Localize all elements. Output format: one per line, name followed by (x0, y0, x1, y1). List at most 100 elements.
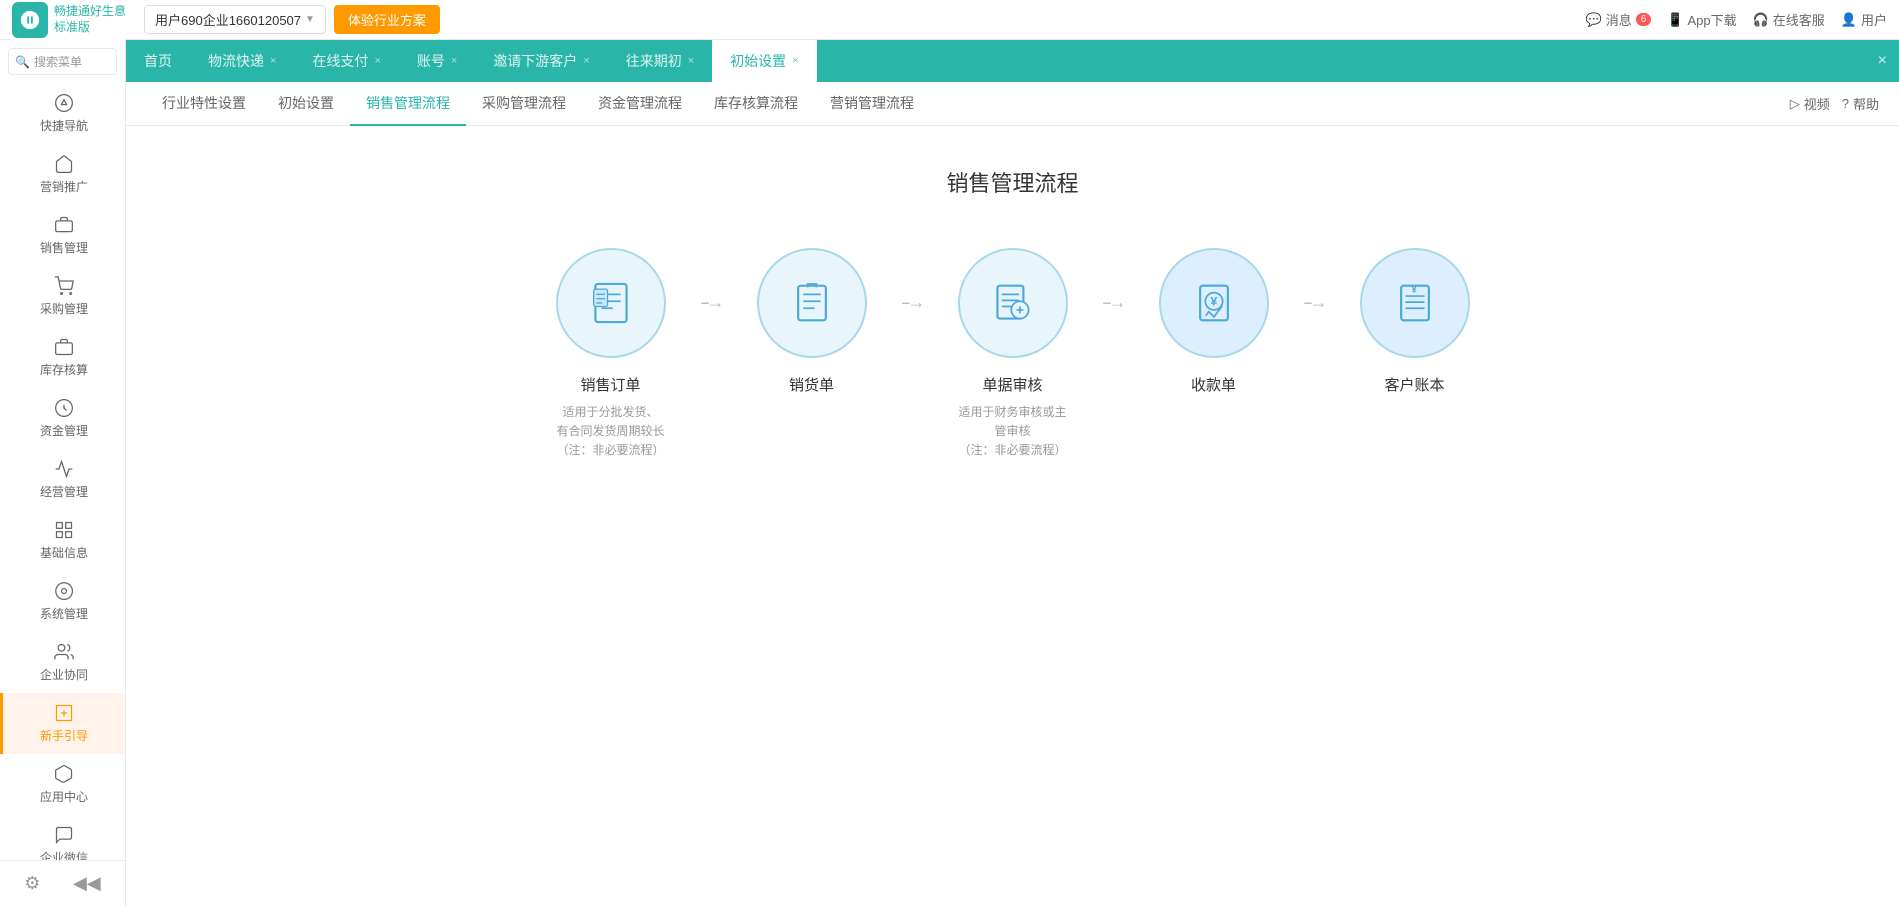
subtab-marketing-flow[interactable]: 营销管理流程 (814, 82, 930, 126)
collapse-sidebar-btn[interactable]: ◀◀ (69, 869, 105, 898)
subtab-industry[interactable]: 行业特性设置 (146, 82, 262, 126)
close-icon[interactable]: × (270, 55, 276, 67)
close-icon[interactable]: × (451, 55, 457, 67)
sidebar-item-label: 采购管理 (40, 300, 88, 317)
sidebar-item-system[interactable]: 系统管理 (0, 571, 125, 632)
logo-subtitle: 标准版 (54, 20, 126, 36)
arrow-icon: --→ (701, 292, 722, 313)
flow-label-ledger: 客户账本 (1384, 374, 1444, 395)
settings-bottom-btn[interactable]: ⚙ (20, 869, 44, 898)
sidebar-item-marketing[interactable]: 营销推广 (0, 144, 125, 205)
subtab-label: 营销管理流程 (830, 93, 914, 113)
message-btn[interactable]: 💬 消息 6 (1586, 10, 1652, 29)
app-download-label: App下载 (1687, 10, 1736, 29)
tab-label: 邀请下游客户 (493, 51, 577, 71)
flow-label-receipt: 收款单 (1191, 374, 1236, 395)
online-service-btn[interactable]: 🎧 在线客服 (1753, 10, 1825, 29)
sidebar-item-corp[interactable]: 企业协同 (0, 632, 125, 693)
flow-label-sales-bill: 销货单 (789, 374, 834, 395)
tab-home[interactable]: 首页 (126, 40, 190, 82)
sidebar-item-label: 基础信息 (40, 544, 88, 561)
sidebar-item-guide[interactable]: 快捷导航 (0, 83, 125, 144)
sub-tabs: 行业特性设置 初始设置 销售管理流程 采购管理流程 资金管理流程 库存核算流程 … (126, 82, 1899, 126)
sidebar-item-appstore[interactable]: 应用中心 (0, 754, 125, 815)
sidebar-item-label: 销售管理 (40, 239, 88, 256)
subtab-label: 行业特性设置 (162, 93, 246, 113)
tab-logistics[interactable]: 物流快递 × (190, 40, 294, 82)
tab-label: 账号 (417, 51, 445, 71)
user-selector[interactable]: 用户690企业1660120507 ▼ (144, 5, 326, 34)
subtab-sales-flow[interactable]: 销售管理流程 (350, 82, 466, 126)
message-icon: 💬 (1586, 12, 1602, 28)
sidebar-item-purchase[interactable]: 采购管理 (0, 266, 125, 327)
subtab-inventory-flow[interactable]: 库存核算流程 (698, 82, 814, 126)
tab-label: 首页 (144, 51, 172, 71)
tab-label: 初始设置 (730, 51, 786, 71)
sidebar-bottom: ⚙ ◀◀ (0, 860, 125, 906)
flow-step-receipt: ¥ 收款单 (1124, 248, 1304, 403)
subtab-initial[interactable]: 初始设置 (262, 82, 350, 126)
app-download-btn[interactable]: 📱 App下载 (1667, 10, 1736, 29)
flow-step-audit: 单据审核 适用于财务审核或主管审核（注：非必要流程） (923, 248, 1103, 461)
subtab-label: 资金管理流程 (598, 93, 682, 113)
headset-icon: 🎧 (1753, 12, 1769, 28)
video-help-btn[interactable]: ▷ 视频 (1790, 94, 1830, 113)
flow-circle-ledger: ¥ (1360, 248, 1470, 358)
tab-payment[interactable]: 在线支付 × (294, 40, 398, 82)
sidebar-item-label: 应用中心 (40, 788, 88, 805)
subtab-label: 销售管理流程 (366, 93, 450, 113)
subtab-purchase-flow[interactable]: 采购管理流程 (466, 82, 582, 126)
flow-desc-audit: 适用于财务审核或主管审核（注：非必要流程） (958, 403, 1066, 461)
flow-step-ledger: ¥ 客户账本 (1325, 248, 1505, 403)
subtab-label: 采购管理流程 (482, 93, 566, 113)
flow-diagram: 销售订单 适用于分批发货、有合同发货周期较长（注：非必要流程） --→ (146, 248, 1879, 461)
sidebar-item-basic[interactable]: 基础信息 (0, 510, 125, 571)
close-icon[interactable]: × (374, 55, 380, 67)
download-icon: 📱 (1667, 12, 1683, 28)
tab-downstream[interactable]: 邀请下游客户 × (475, 40, 607, 82)
tab-label: 在线支付 (312, 51, 368, 71)
message-badge: 6 (1636, 13, 1652, 26)
content-area: 首页 物流快递 × 在线支付 × 账号 × 邀请下游客户 × 往来期初 × (126, 40, 1899, 906)
online-service-label: 在线客服 (1773, 10, 1825, 29)
top-bar: 畅捷通好生意 标准版 用户690企业1660120507 ▼ 体验行业方案 💬 … (0, 0, 1899, 40)
sidebar-nav: 快捷导航 营销推广 销售管理 采购管理 库存核算 资金管理 (0, 83, 125, 860)
svg-text:¥: ¥ (1210, 295, 1217, 309)
avatar-icon: 👤 (1841, 12, 1857, 28)
flow-circle-sales-bill (757, 248, 867, 358)
page-content: 销售管理流程 (126, 126, 1899, 906)
flow-arrow-3: --→ (1103, 248, 1124, 313)
search-menu-button[interactable]: 🔍 搜索菜单 (8, 48, 117, 75)
sidebar-item-newbie[interactable]: 新手引导 (0, 693, 125, 754)
logo-image (12, 2, 48, 38)
tab-setup[interactable]: 初始设置 × (712, 40, 816, 82)
flow-label-sales-order: 销售订单 (580, 374, 640, 395)
sidebar-item-label: 系统管理 (40, 605, 88, 622)
sidebar-item-label: 新手引导 (40, 727, 88, 744)
flow-step-sales-order: 销售订单 适用于分批发货、有合同发货周期较长（注：非必要流程） (521, 248, 701, 461)
arrow-icon: --→ (1304, 292, 1325, 313)
search-menu-label: 搜索菜单 (34, 53, 82, 70)
tab-account[interactable]: 账号 × (399, 40, 475, 82)
trial-button[interactable]: 体验行业方案 (334, 5, 440, 34)
help-btn[interactable]: ? 帮助 (1842, 94, 1879, 113)
sidebar-item-label: 企业协同 (40, 666, 88, 683)
top-bar-left: 畅捷通好生意 标准版 用户690企业1660120507 ▼ 体验行业方案 (12, 0, 440, 45)
user-avatar-btn[interactable]: 👤 用户 (1841, 10, 1887, 29)
close-icon[interactable]: × (792, 55, 798, 67)
sidebar-item-sales[interactable]: 销售管理 (0, 205, 125, 266)
tab-label: 往来期初 (626, 51, 682, 71)
play-icon: ▷ (1790, 96, 1800, 112)
close-icon[interactable]: × (583, 55, 589, 67)
tab-period[interactable]: 往来期初 × (608, 40, 712, 82)
close-icon[interactable]: × (688, 55, 694, 67)
sidebar-item-label: 企业微信 (40, 849, 88, 860)
sidebar-item-label: 资金管理 (40, 422, 88, 439)
sidebar-item-finance[interactable]: 资金管理 (0, 388, 125, 449)
page-title: 销售管理流程 (146, 166, 1879, 198)
close-all-tabs-btn[interactable]: × (1866, 40, 1899, 82)
sidebar-item-inventory[interactable]: 库存核算 (0, 327, 125, 388)
subtab-capital-flow[interactable]: 资金管理流程 (582, 82, 698, 126)
sidebar-item-wechat[interactable]: 企业微信 (0, 815, 125, 860)
sidebar-item-operation[interactable]: 经营管理 (0, 449, 125, 510)
